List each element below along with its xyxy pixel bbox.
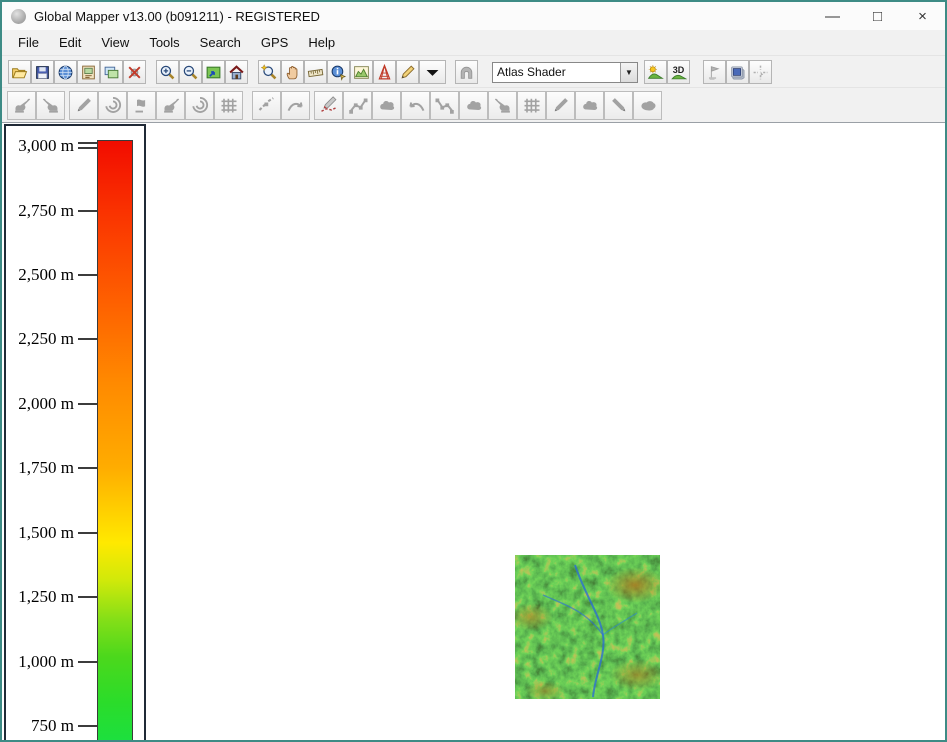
zoom-out-button[interactable]: [179, 60, 202, 84]
digitizer-draw-button[interactable]: [314, 91, 343, 120]
tool-menu-dropdown-button[interactable]: [419, 60, 446, 84]
legend-tick-mark: [78, 210, 97, 212]
open-file-button[interactable]: [8, 60, 31, 84]
close-button[interactable]: ×: [900, 2, 945, 30]
3d-view-button[interactable]: 3D: [667, 60, 690, 84]
digitizer-node-button[interactable]: [430, 91, 459, 120]
digitizer-polyline-button[interactable]: [343, 91, 372, 120]
digitizer-tool-button[interactable]: [396, 60, 419, 84]
digitizer-cloud-button[interactable]: [372, 91, 401, 120]
configuration-button[interactable]: [100, 60, 123, 84]
map-view[interactable]: 3,000 m 2,750 m 2,500 m 2,250 m 2,000 m …: [2, 123, 945, 740]
unload-all-button[interactable]: [123, 60, 146, 84]
legend-tick-label: 2,250 m: [8, 328, 74, 350]
menu-view[interactable]: View: [91, 32, 139, 53]
legend-tick-mark: [78, 661, 97, 663]
menu-gps[interactable]: GPS: [251, 32, 298, 53]
main-toolbar: Atlas Shader ▼ 3D: [2, 57, 945, 88]
digitizer-vertex-button[interactable]: [281, 91, 310, 120]
menu-help[interactable]: Help: [298, 32, 345, 53]
elevation-legend: 3,000 m 2,750 m 2,500 m 2,250 m 2,000 m …: [4, 124, 146, 742]
menu-search[interactable]: Search: [190, 32, 251, 53]
legend-tick-mark: [78, 467, 97, 469]
digitizer-shape-button[interactable]: [575, 91, 604, 120]
digitizer-rotate-button[interactable]: [98, 91, 127, 120]
menu-file[interactable]: File: [8, 32, 49, 53]
digitizer-stamp-button[interactable]: [156, 91, 185, 120]
view-shed-tool-button[interactable]: [373, 60, 396, 84]
zoom-tool-button[interactable]: [258, 60, 281, 84]
titlebar: Global Mapper v13.00 (b091211) - REGISTE…: [2, 2, 945, 30]
legend-tick-mark: [78, 274, 97, 276]
digitizer-curve-button[interactable]: [401, 91, 430, 120]
legend-tick-mark: [78, 596, 97, 598]
overlay-control-center-button[interactable]: [77, 60, 100, 84]
app-globe-icon: [11, 9, 26, 24]
legend-tick-label: 2,500 m: [8, 264, 74, 286]
digitizer-hammer-button[interactable]: [488, 91, 517, 120]
digitizer-move-button[interactable]: [69, 91, 98, 120]
minimize-button[interactable]: —: [810, 2, 855, 30]
legend-tick-label: 2,000 m: [8, 393, 74, 415]
digitizer-flag-button[interactable]: [127, 91, 156, 120]
coverages-tool-button[interactable]: [455, 60, 478, 84]
shader-combobox[interactable]: Atlas Shader ▼: [492, 62, 638, 83]
shader-combobox-value: Atlas Shader: [493, 65, 620, 79]
digitizer-pencil-grid-button[interactable]: [546, 91, 575, 120]
legend-tick-mark: [78, 532, 97, 534]
save-button[interactable]: [31, 60, 54, 84]
legend-tick-label: 1,500 m: [8, 522, 74, 544]
digitizer-paint-button[interactable]: [604, 91, 633, 120]
digitizer-toolbar: [2, 88, 945, 122]
path-profile-tool-button[interactable]: [350, 60, 373, 84]
zoom-full-extent-button[interactable]: [202, 60, 225, 84]
legend-tick-label: 750 m: [8, 715, 74, 737]
gps-flag-button[interactable]: [703, 60, 726, 84]
digitizer-select-button[interactable]: [7, 91, 36, 120]
snap-settings-button[interactable]: [749, 60, 772, 84]
shader-options-button[interactable]: [644, 60, 667, 84]
digitizer-grid-button[interactable]: [214, 91, 243, 120]
pan-tool-button[interactable]: [281, 60, 304, 84]
window-controls: — □ ×: [810, 2, 945, 30]
legend-tick-mark: [78, 142, 97, 149]
digitizer-area-button[interactable]: [459, 91, 488, 120]
3d-window-button[interactable]: [726, 60, 749, 84]
elevation-raster-thumbnail[interactable]: [515, 555, 660, 699]
digitizer-combine-button[interactable]: [517, 91, 546, 120]
digitizer-dashed-line-button[interactable]: [252, 91, 281, 120]
home-view-button[interactable]: [225, 60, 248, 84]
menubar: File Edit View Tools Search GPS Help: [2, 30, 945, 56]
legend-tick-label: 1,250 m: [8, 586, 74, 608]
window-title: Global Mapper v13.00 (b091211) - REGISTE…: [34, 9, 320, 24]
maximize-button[interactable]: □: [855, 2, 900, 30]
download-online-imagery-button[interactable]: [54, 60, 77, 84]
legend-tick-label: 1,750 m: [8, 457, 74, 479]
menu-tools[interactable]: Tools: [139, 32, 189, 53]
menu-edit[interactable]: Edit: [49, 32, 91, 53]
measure-tool-button[interactable]: [304, 60, 327, 84]
shader-combobox-arrow-icon[interactable]: ▼: [620, 63, 637, 82]
digitizer-rings-button[interactable]: [185, 91, 214, 120]
svg-text:3D: 3D: [673, 65, 685, 75]
legend-tick-label: 1,000 m: [8, 651, 74, 673]
legend-tick-label: 3,000 m: [8, 135, 74, 157]
legend-tick-mark: [78, 725, 97, 727]
legend-tick-mark: [78, 403, 97, 405]
legend-tick-label: 2,750 m: [8, 200, 74, 222]
global-mapper-window: Global Mapper v13.00 (b091211) - REGISTE…: [0, 0, 947, 742]
zoom-in-button[interactable]: [156, 60, 179, 84]
digitizer-edit-button[interactable]: [36, 91, 65, 120]
feature-info-tool-button[interactable]: [327, 60, 350, 84]
digitizer-eraser-button[interactable]: [633, 91, 662, 120]
legend-tick-mark: [78, 338, 97, 340]
